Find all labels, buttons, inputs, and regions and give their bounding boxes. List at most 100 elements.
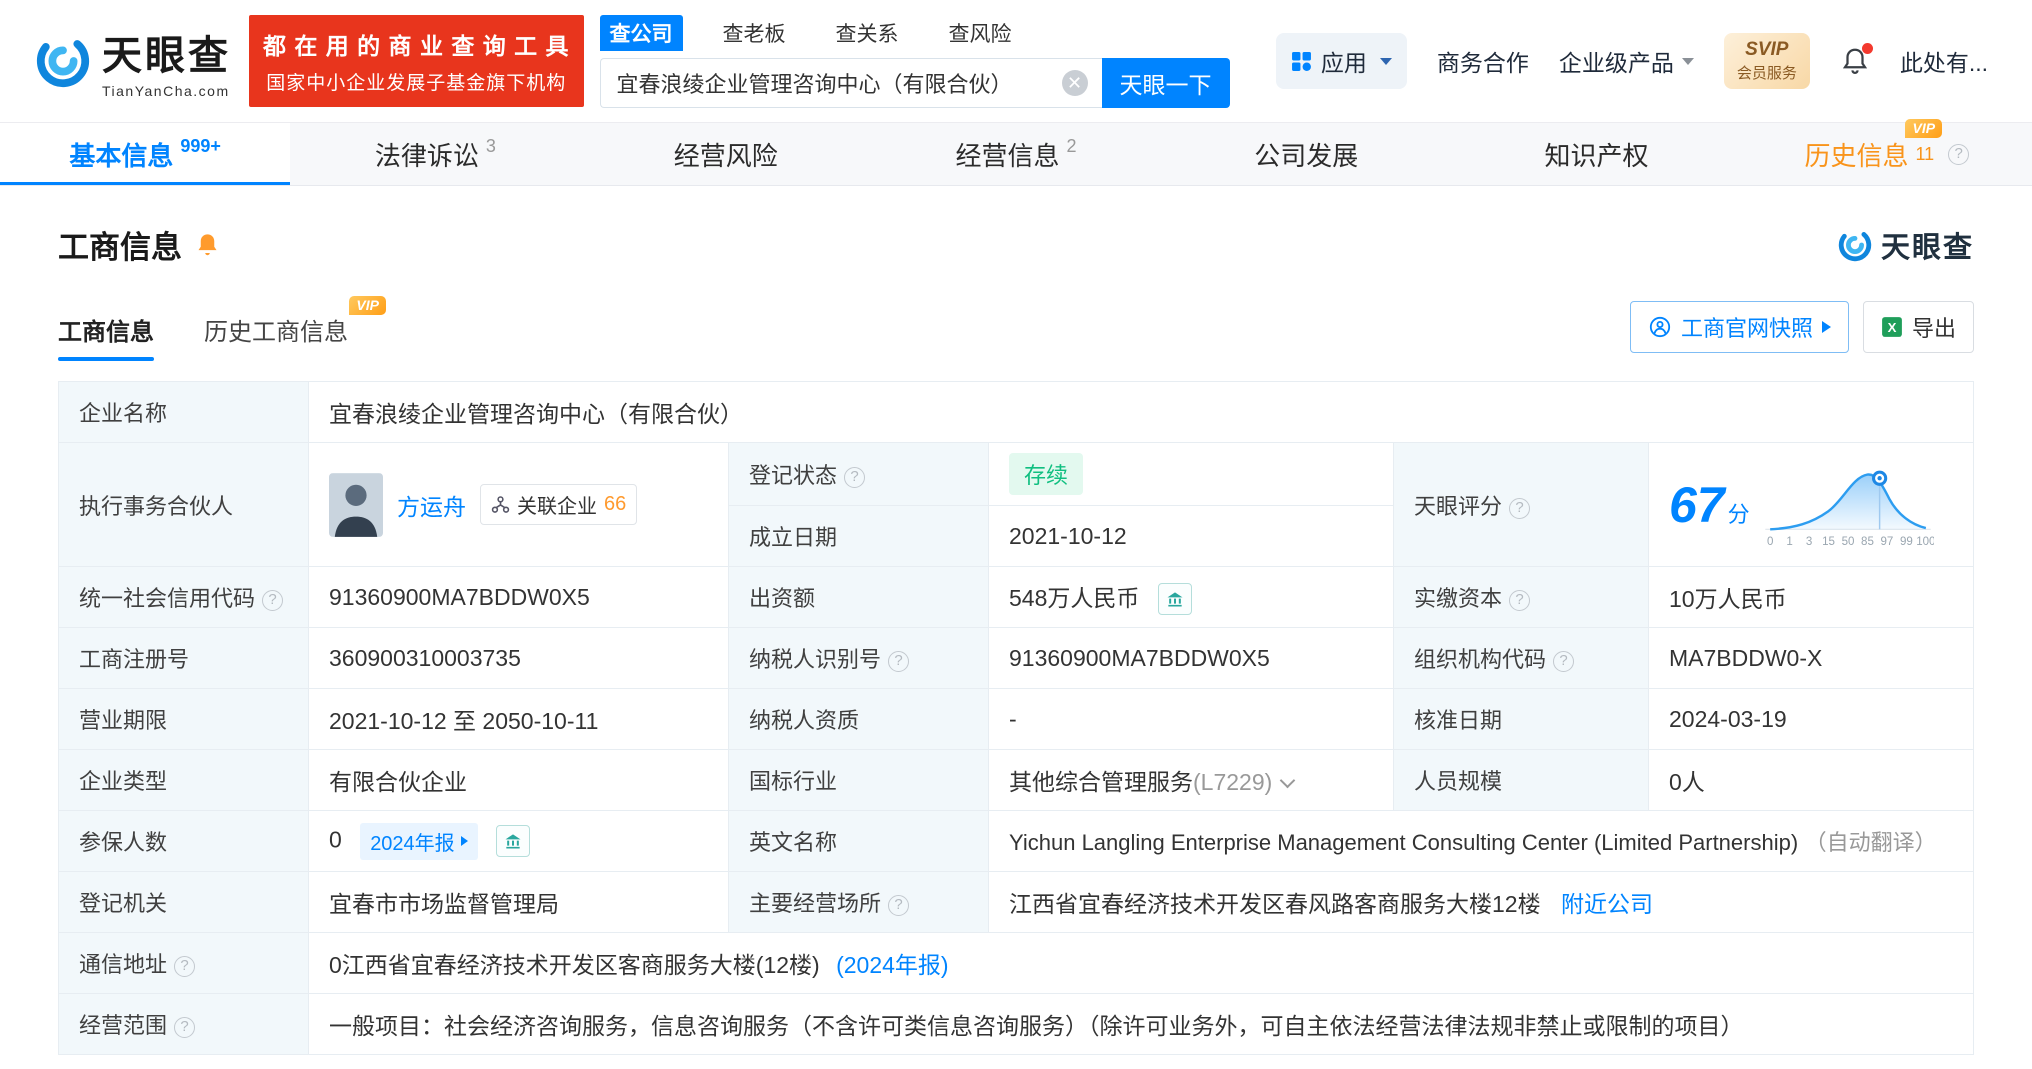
search-tab-risk[interactable]: 查风险: [939, 15, 1022, 51]
annual-report-link[interactable]: (2024年报): [836, 952, 948, 978]
tab-business-info[interactable]: 经营信息 2: [871, 123, 1161, 185]
tianyancha-logo[interactable]: 天眼查 TianYanCha.com: [34, 23, 231, 99]
taxpayer-id-value: 91360900MA7BDDW0X5: [988, 627, 1394, 689]
help-icon[interactable]: ?: [174, 1017, 196, 1038]
insured-detail-icon[interactable]: [496, 825, 531, 857]
nav-enterprise-products[interactable]: 企业级产品: [1559, 44, 1694, 78]
tab-badge-wrap: VIP 11: [1905, 119, 1943, 167]
row-registry-address: 登记机关 宜春市市场监督管理局 主要经营场所? 江西省宜春经济技术开发区春风路客…: [58, 871, 1974, 933]
nav-business-cooperation[interactable]: 商务合作: [1437, 44, 1529, 78]
mail-address-value: 0江西省宜春经济技术开发区客商服务大楼(12楼) (2024年报): [308, 932, 1974, 994]
main-content: 工商信息 天眼查 工商信息 历史工商信息 VIP 工商官网快照 X 导出 企业名…: [0, 186, 2032, 1069]
tab-operating-risk[interactable]: 经营风险: [581, 123, 871, 185]
tab-label: 法律诉讼: [374, 140, 479, 171]
tab-label: 历史信息: [1804, 140, 1909, 171]
annual-report-badge[interactable]: 2024年报: [360, 822, 478, 860]
partner-name-link[interactable]: 方运舟: [397, 488, 466, 522]
row-business-scope: 经营范围? 一般项目：社会经济咨询服务，信息咨询服务（不含许可类信息咨询服务）（…: [58, 993, 1974, 1055]
search-tab-boss[interactable]: 查老板: [713, 15, 796, 51]
tab-legal-proceedings[interactable]: 法律诉讼 3: [290, 123, 580, 185]
export-button[interactable]: X 导出: [1862, 301, 1974, 353]
row-credit-capital: 统一社会信用代码? 91360900MA7BDDW0X5 出资额 548万人民币…: [58, 566, 1974, 628]
main-tabbar: 基本信息 999+ 法律诉讼 3 经营风险 经营信息 2 公司发展 知识产权 历…: [0, 119, 2032, 186]
help-icon[interactable]: ?: [1509, 497, 1531, 519]
tab-basic-info[interactable]: 基本信息 999+: [0, 123, 291, 185]
mail-address-label: 通信地址?: [58, 932, 309, 994]
svg-text:15: 15: [1822, 536, 1835, 548]
help-icon[interactable]: ?: [844, 467, 866, 488]
vip-tag: VIP: [1905, 119, 1943, 138]
search-button[interactable]: 天眼一下: [1101, 57, 1230, 108]
promo-banner: 都 在 用 的 商 业 查 询 工 具 国家中小企业发展子基金旗下机构: [249, 15, 584, 107]
chevron-down-icon: [1681, 57, 1694, 65]
search-tab-relation[interactable]: 查关系: [826, 15, 909, 51]
search-input[interactable]: [599, 57, 1102, 108]
promo-line1: 都 在 用 的 商 业 查 询 工 具: [263, 33, 570, 59]
row-mail-address: 通信地址? 0江西省宜春经济技术开发区客商服务大楼(12楼) (2024年报): [58, 932, 1974, 994]
subtab-business-info[interactable]: 工商信息: [58, 312, 154, 361]
svip-label: SVIP: [1745, 39, 1789, 60]
status-value: 存续: [988, 442, 1394, 506]
english-name-value: Yichun Langling Enterprise Management Co…: [988, 810, 1974, 872]
partner-avatar[interactable]: [329, 472, 383, 537]
row-partner-status: 执行事务合伙人 方运舟 关联企业 66 登记状态 ? 存续 天眼评分 ? 67 …: [58, 442, 1974, 567]
staff-size-value: 0人: [1648, 749, 1974, 811]
help-icon[interactable]: ?: [174, 956, 196, 977]
capital-detail-icon[interactable]: [1157, 583, 1192, 616]
brand-domain: TianYanCha.com: [102, 83, 230, 99]
search-area: 查公司 查老板 查关系 查风险 ✕ 天眼一下: [599, 14, 1230, 108]
tab-label: 经营信息: [955, 140, 1060, 171]
partner-label: 执行事务合伙人: [58, 442, 309, 567]
notification-bell[interactable]: [1840, 43, 1873, 76]
subtab-label: 历史工商信息: [204, 319, 348, 346]
reg-number-value: 360900310003735: [308, 627, 729, 689]
apps-menu[interactable]: 应用: [1275, 33, 1407, 89]
help-icon[interactable]: ?: [1509, 590, 1531, 611]
tab-history-info[interactable]: 历史信息 VIP 11 ?: [1742, 119, 2032, 185]
snapshot-button-label: 工商官网快照: [1680, 316, 1813, 341]
nav-enterprise-products-label: 企业级产品: [1558, 50, 1674, 76]
score-cell: 67 分 0 1 3 15 50 85 97 99 100: [1648, 442, 1974, 567]
help-icon[interactable]: ?: [888, 651, 910, 672]
address-value: 江西省宜春经济技术开发区春风路客商服务大楼12楼 附近公司: [988, 871, 1974, 933]
search-tab-company[interactable]: 查公司: [599, 14, 683, 51]
tianyancha-swirl-icon: [1838, 228, 1872, 261]
help-icon[interactable]: ?: [888, 895, 910, 916]
official-snapshot-button[interactable]: 工商官网快照: [1629, 301, 1849, 353]
excel-icon: X: [1882, 317, 1902, 337]
established-label: 成立日期: [728, 505, 989, 567]
tab-company-development[interactable]: 公司发展: [1161, 123, 1451, 185]
expand-chevron-icon[interactable]: [1280, 772, 1296, 789]
paid-capital-label: 实缴资本?: [1393, 566, 1649, 628]
monitor-bell-icon[interactable]: [194, 231, 221, 258]
apps-menu-label: 应用: [1320, 50, 1367, 76]
term-value: 2021-10-12 至 2050-10-11: [308, 688, 729, 750]
section-header: 工商信息 天眼查: [58, 186, 1974, 267]
tab-label: 知识产权: [1544, 140, 1649, 171]
tab-label: 基本信息: [69, 140, 174, 171]
search-tabs: 查公司 查老板 查关系 查风险: [599, 14, 1230, 51]
registry-value: 宜春市市场监督管理局: [308, 871, 729, 933]
related-companies-tag[interactable]: 关联企业 66: [480, 484, 638, 525]
bank-icon: [505, 834, 521, 849]
user-menu[interactable]: 此处有...: [1900, 44, 1988, 78]
row-type-industry-staff: 企业类型 有限合伙企业 国标行业 其他综合管理服务(L7229) 人员规模 0人: [58, 749, 1974, 811]
related-companies-label: 关联企业: [517, 496, 597, 518]
help-icon[interactable]: ?: [1948, 143, 1970, 165]
industry-label: 国标行业: [728, 749, 989, 811]
company-type-label: 企业类型: [58, 749, 309, 811]
chevron-down-icon: [1379, 57, 1392, 65]
tab-label: 公司发展: [1254, 140, 1359, 171]
clear-search-icon[interactable]: ✕: [1061, 69, 1088, 96]
subtab-row: 工商信息 历史工商信息 VIP 工商官网快照 X 导出: [58, 296, 1974, 361]
insured-label: 参保人数: [58, 810, 309, 872]
subtab-history-business-info[interactable]: 历史工商信息 VIP: [204, 296, 386, 361]
row-insured-english: 参保人数 0 2024年报 英文名称 Yichun Langling Enter…: [58, 810, 1974, 872]
nearby-companies-link[interactable]: 附近公司: [1561, 891, 1653, 917]
svip-member-badge[interactable]: SVIP 会员服务: [1723, 33, 1810, 89]
help-icon[interactable]: ?: [262, 590, 284, 611]
tab-intellectual-property[interactable]: 知识产权: [1451, 123, 1741, 185]
help-icon[interactable]: ?: [1553, 651, 1575, 672]
section-actions: 工商官网快照 X 导出: [1629, 301, 1974, 361]
svg-text:99: 99: [1900, 536, 1913, 548]
